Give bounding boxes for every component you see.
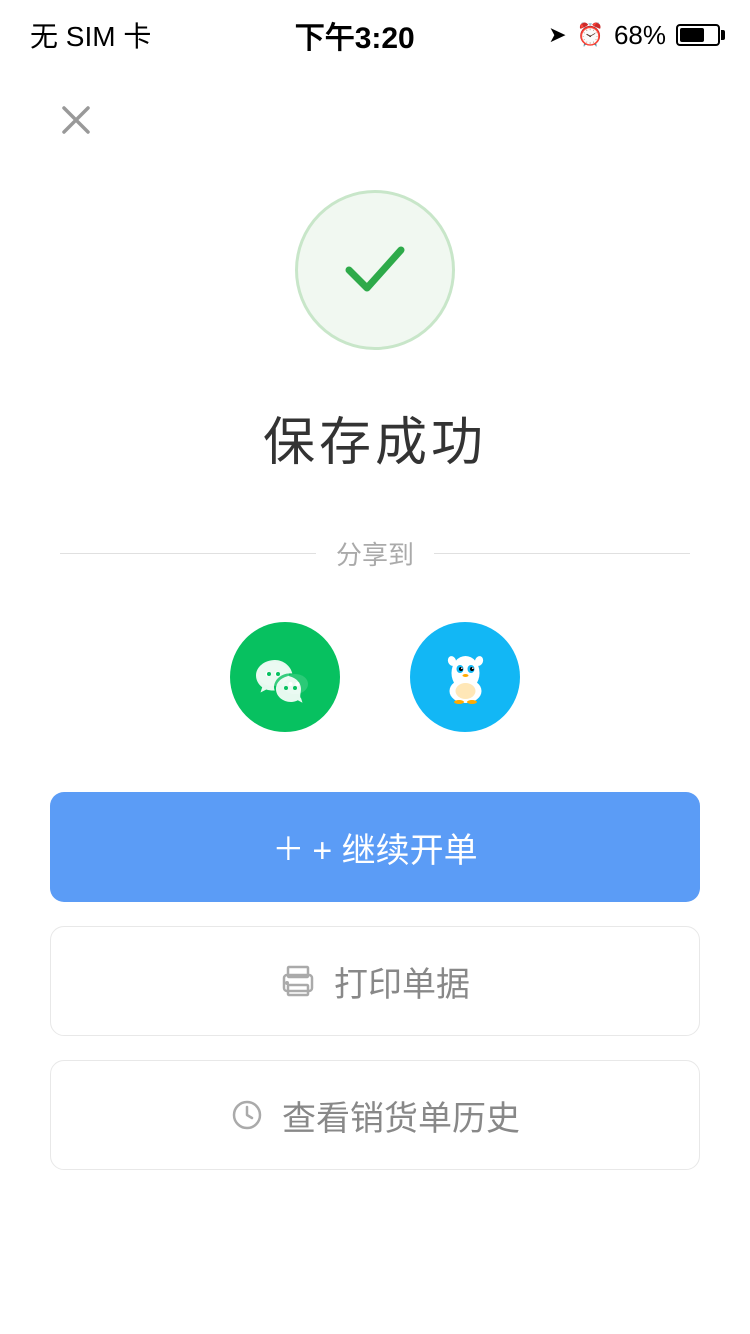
- print-label: 打印单据: [334, 957, 470, 1006]
- share-label: 分享到: [336, 535, 414, 572]
- success-icon-circle: [295, 190, 455, 350]
- status-left: 无 SIM 卡: [30, 15, 161, 55]
- main-content: 保存成功 分享到: [0, 130, 750, 1334]
- history-button[interactable]: 查看销货单历史: [50, 1060, 700, 1170]
- battery-icon: [676, 24, 720, 46]
- print-icon: [280, 965, 316, 997]
- battery-percent: 68%: [614, 20, 666, 51]
- status-time: 下午3:20: [295, 13, 415, 57]
- divider-right: [434, 553, 690, 554]
- print-button[interactable]: 打印单据: [50, 926, 700, 1036]
- wechat-share-button[interactable]: [230, 622, 340, 732]
- status-right: ➤ ⏰ 68%: [548, 20, 720, 51]
- qq-share-button[interactable]: [410, 622, 520, 732]
- location-icon: ➤: [548, 22, 566, 48]
- alarm-icon: ⏰: [577, 22, 604, 48]
- plus-icon: ＋: [272, 824, 304, 870]
- status-bar: 无 SIM 卡 下午3:20 ➤ ⏰ 68%: [0, 0, 750, 70]
- checkmark-icon: [335, 228, 415, 313]
- actions-container: ＋ + 继续开单 打印单据 查看销货单历: [0, 792, 750, 1170]
- close-button[interactable]: [46, 90, 106, 150]
- continue-label: + 继续开单: [312, 823, 477, 872]
- no-sim-label: 无 SIM 卡: [30, 15, 151, 55]
- divider-left: [60, 553, 316, 554]
- history-label: 查看销货单历史: [282, 1091, 520, 1140]
- share-icons-row: [230, 622, 520, 732]
- share-divider: 分享到: [0, 535, 750, 572]
- continue-button[interactable]: ＋ + 继续开单: [50, 792, 700, 902]
- share-section: 分享到: [0, 535, 750, 732]
- history-icon: [230, 1098, 264, 1132]
- success-title: 保存成功: [263, 400, 487, 475]
